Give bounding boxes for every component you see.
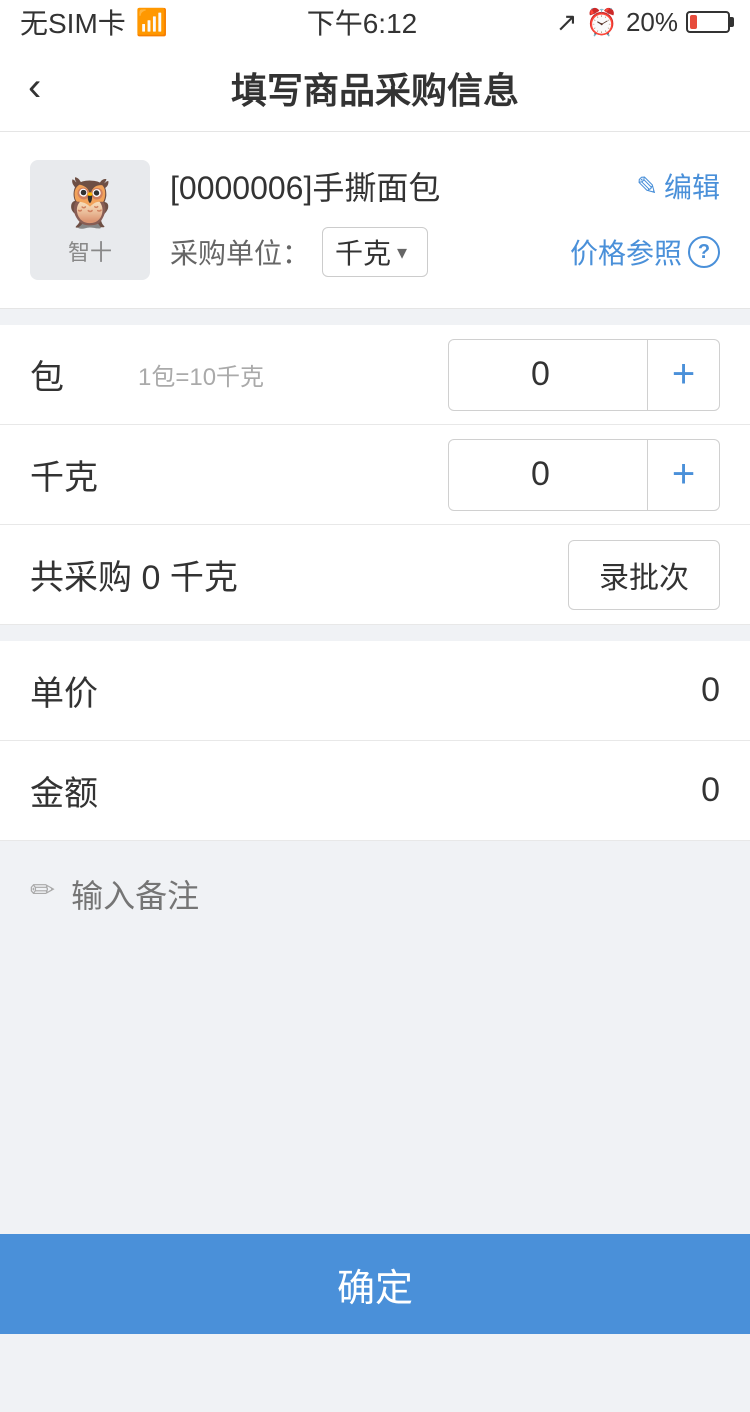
status-time: 下午6:12	[307, 2, 418, 42]
nav-bar: ‹ 填写商品采购信息	[0, 44, 750, 132]
summary-value: 0	[141, 559, 160, 597]
kg-input-group: +	[448, 439, 720, 511]
bag-sublabel: 1包=10千克	[138, 357, 448, 392]
price-ref-label: 价格参照	[570, 232, 682, 272]
carrier-label: 无SIM卡	[20, 2, 126, 42]
unit-value: 千克	[335, 232, 391, 272]
product-card: 🦉 智十 [0000006]手撕面包 ✎ 编辑 采购单位： 千克	[0, 132, 750, 309]
unit-price-label: 单价	[30, 666, 98, 715]
edit-button[interactable]: ✎ 编辑	[636, 166, 720, 206]
pencil-icon: ✏	[30, 873, 55, 908]
wifi-icon: 📶	[136, 7, 168, 38]
product-info: [0000006]手撕面包 ✎ 编辑 采购单位： 千克 ▾	[170, 163, 720, 277]
summary-unit: 千克	[170, 559, 238, 597]
product-image: 🦉 智十	[30, 160, 150, 280]
chevron-down-icon: ▾	[397, 240, 407, 265]
product-img-label: 智十	[68, 235, 112, 267]
section-divider-2	[0, 625, 750, 641]
price-ref-button[interactable]: 价格参照 ?	[570, 232, 720, 272]
status-bar: 无SIM卡 📶 下午6:12 ↗ ⏰ 20%	[0, 0, 750, 44]
bag-input-row: 包 1包=10千克 +	[0, 325, 750, 425]
unit-price-value: 0	[701, 671, 720, 710]
input-section: 包 1包=10千克 + 千克 +	[0, 325, 750, 525]
amount-label: 金额	[30, 766, 98, 815]
notes-input[interactable]	[71, 871, 720, 982]
location-icon: ↗	[556, 7, 578, 38]
amount-value: 0	[701, 771, 720, 810]
edit-label: 编辑	[664, 166, 720, 206]
summary-row: 共采购 0 千克 录批次	[0, 525, 750, 625]
bag-plus-button[interactable]: +	[648, 339, 720, 411]
kg-input-row: 千克 +	[0, 425, 750, 525]
product-owl-icon: 🦉	[60, 174, 120, 231]
bag-label: 包	[30, 350, 130, 399]
kg-label: 千克	[30, 450, 130, 499]
battery-indicator	[686, 11, 730, 33]
record-batch-button[interactable]: 录批次	[568, 540, 720, 610]
notes-area: ✏	[0, 841, 750, 1012]
edit-icon: ✎	[636, 171, 658, 202]
unit-select[interactable]: 千克 ▾	[322, 227, 428, 277]
back-button[interactable]: ‹	[28, 65, 41, 110]
alarm-icon: ⏰	[586, 7, 618, 38]
unit-label: 采购单位：	[170, 232, 310, 272]
unit-price-row: 单价 0	[0, 641, 750, 741]
kg-plus-button[interactable]: +	[648, 439, 720, 511]
summary-text: 共采购 0 千克	[30, 550, 238, 599]
section-divider-1	[0, 309, 750, 325]
battery-percent: 20%	[626, 7, 678, 38]
status-right: ↗ ⏰ 20%	[556, 7, 730, 38]
product-name: [0000006]手撕面包	[170, 163, 440, 209]
price-ref-help-icon: ?	[688, 236, 720, 268]
kg-quantity-input[interactable]	[448, 439, 648, 511]
amount-row: 金额 0	[0, 741, 750, 841]
page-title: 填写商品采购信息	[231, 62, 519, 114]
confirm-button[interactable]: 确定	[0, 1234, 750, 1334]
bag-input-group: +	[448, 339, 720, 411]
status-left: 无SIM卡 📶	[20, 2, 168, 42]
price-info-section: 单价 0 金额 0	[0, 641, 750, 841]
summary-prefix: 共采购	[30, 559, 132, 597]
bag-quantity-input[interactable]	[448, 339, 648, 411]
